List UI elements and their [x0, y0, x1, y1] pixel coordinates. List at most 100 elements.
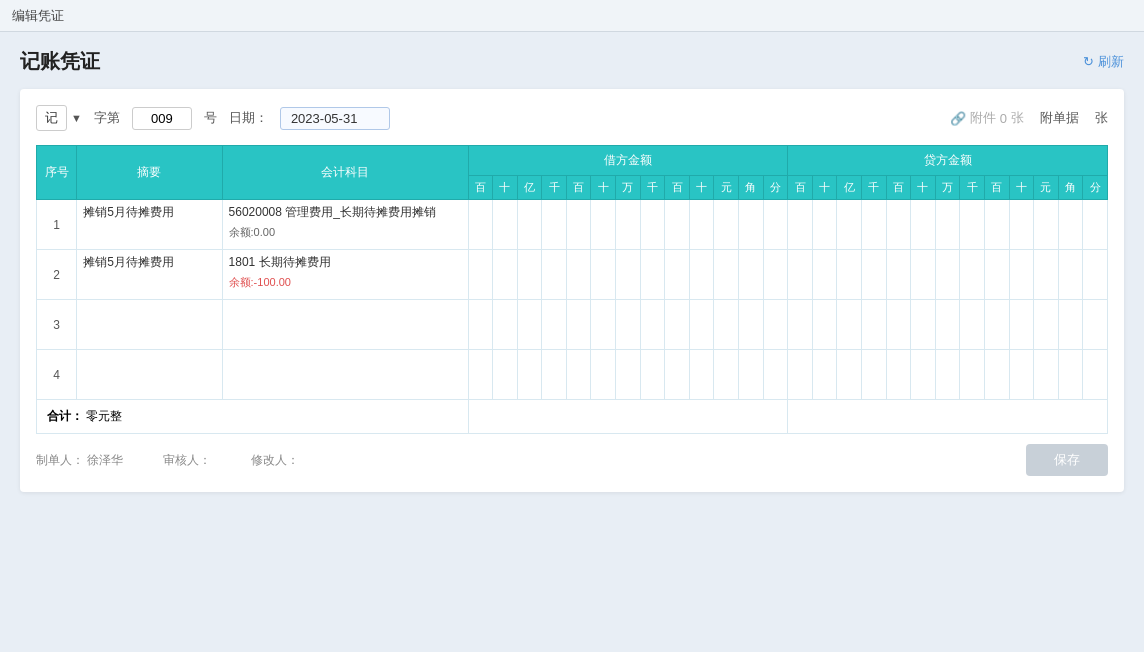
debit-digit-cell[interactable] [591, 200, 616, 250]
refresh-button[interactable]: ↻ 刷新 [1083, 53, 1124, 71]
credit-digit-cell[interactable] [960, 350, 985, 400]
credit-digit-cell[interactable] [862, 250, 887, 300]
voucher-type-button[interactable]: 记 [36, 105, 67, 131]
credit-digit-cell[interactable] [935, 200, 960, 250]
debit-digit-cell[interactable] [739, 300, 764, 350]
voucher-number-input[interactable] [132, 107, 192, 130]
debit-digit-cell[interactable] [493, 200, 518, 250]
account-cell[interactable] [222, 350, 468, 400]
credit-digit-cell[interactable] [911, 200, 936, 250]
debit-digit-cell[interactable] [542, 250, 567, 300]
credit-digit-cell[interactable] [1083, 250, 1108, 300]
credit-digit-cell[interactable] [1034, 250, 1059, 300]
credit-digit-cell[interactable] [984, 250, 1009, 300]
debit-digit-cell[interactable] [566, 300, 591, 350]
debit-digit-cell[interactable] [591, 350, 616, 400]
credit-digit-cell[interactable] [837, 200, 862, 250]
attach-single-label[interactable]: 附单据 [1040, 109, 1079, 127]
debit-digit-cell[interactable] [640, 300, 665, 350]
credit-digit-cell[interactable] [1058, 300, 1083, 350]
summary-cell[interactable]: 摊销5月待摊费用 [77, 200, 222, 250]
account-cell[interactable] [222, 300, 468, 350]
credit-digit-cell[interactable] [935, 250, 960, 300]
debit-digit-cell[interactable] [665, 200, 690, 250]
dropdown-icon[interactable]: ▼ [71, 112, 82, 124]
debit-digit-cell[interactable] [493, 250, 518, 300]
credit-digit-cell[interactable] [911, 300, 936, 350]
debit-digit-cell[interactable] [566, 200, 591, 250]
debit-digit-cell[interactable] [640, 250, 665, 300]
credit-digit-cell[interactable] [837, 350, 862, 400]
credit-digit-cell[interactable] [1083, 300, 1108, 350]
debit-digit-cell[interactable] [566, 250, 591, 300]
credit-digit-cell[interactable] [862, 350, 887, 400]
credit-digit-cell[interactable] [837, 250, 862, 300]
account-cell[interactable]: 56020008 管理费用_长期待摊费用摊销余额:0.00 [222, 200, 468, 250]
credit-digit-cell[interactable] [911, 350, 936, 400]
credit-digit-cell[interactable] [1034, 300, 1059, 350]
debit-digit-cell[interactable] [468, 300, 493, 350]
credit-digit-cell[interactable] [886, 250, 911, 300]
debit-digit-cell[interactable] [640, 200, 665, 250]
debit-digit-cell[interactable] [739, 250, 764, 300]
summary-cell[interactable] [77, 350, 222, 400]
debit-digit-cell[interactable] [689, 250, 714, 300]
debit-digit-cell[interactable] [468, 250, 493, 300]
debit-digit-cell[interactable] [714, 200, 739, 250]
debit-digit-cell[interactable] [763, 200, 788, 250]
credit-digit-cell[interactable] [935, 350, 960, 400]
debit-digit-cell[interactable] [665, 250, 690, 300]
credit-digit-cell[interactable] [960, 250, 985, 300]
credit-digit-cell[interactable] [1009, 350, 1034, 400]
credit-digit-cell[interactable] [1083, 350, 1108, 400]
debit-digit-cell[interactable] [566, 350, 591, 400]
summary-cell[interactable] [77, 300, 222, 350]
credit-digit-cell[interactable] [960, 200, 985, 250]
credit-digit-cell[interactable] [1058, 350, 1083, 400]
credit-digit-cell[interactable] [862, 200, 887, 250]
debit-digit-cell[interactable] [493, 350, 518, 400]
debit-digit-cell[interactable] [665, 350, 690, 400]
debit-digit-cell[interactable] [468, 200, 493, 250]
credit-digit-cell[interactable] [862, 300, 887, 350]
debit-digit-cell[interactable] [689, 350, 714, 400]
debit-digit-cell[interactable] [640, 350, 665, 400]
debit-digit-cell[interactable] [689, 300, 714, 350]
credit-digit-cell[interactable] [984, 200, 1009, 250]
date-input[interactable] [280, 107, 390, 130]
debit-digit-cell[interactable] [591, 250, 616, 300]
debit-digit-cell[interactable] [739, 350, 764, 400]
credit-digit-cell[interactable] [911, 250, 936, 300]
debit-digit-cell[interactable] [517, 350, 542, 400]
debit-digit-cell[interactable] [616, 300, 641, 350]
credit-digit-cell[interactable] [812, 200, 837, 250]
credit-digit-cell[interactable] [886, 200, 911, 250]
credit-digit-cell[interactable] [1058, 250, 1083, 300]
credit-digit-cell[interactable] [1058, 200, 1083, 250]
credit-digit-cell[interactable] [812, 250, 837, 300]
credit-digit-cell[interactable] [886, 300, 911, 350]
debit-digit-cell[interactable] [763, 300, 788, 350]
debit-digit-cell[interactable] [517, 200, 542, 250]
debit-digit-cell[interactable] [616, 350, 641, 400]
credit-digit-cell[interactable] [1009, 200, 1034, 250]
credit-digit-cell[interactable] [788, 300, 813, 350]
credit-digit-cell[interactable] [788, 200, 813, 250]
debit-digit-cell[interactable] [763, 350, 788, 400]
debit-digit-cell[interactable] [517, 300, 542, 350]
debit-digit-cell[interactable] [616, 250, 641, 300]
debit-digit-cell[interactable] [468, 350, 493, 400]
debit-digit-cell[interactable] [714, 350, 739, 400]
credit-digit-cell[interactable] [1009, 300, 1034, 350]
attach-link[interactable]: 🔗 附件 0 张 [950, 109, 1024, 127]
credit-digit-cell[interactable] [1083, 200, 1108, 250]
debit-digit-cell[interactable] [542, 300, 567, 350]
debit-digit-cell[interactable] [493, 300, 518, 350]
credit-digit-cell[interactable] [960, 300, 985, 350]
debit-digit-cell[interactable] [616, 200, 641, 250]
credit-digit-cell[interactable] [812, 300, 837, 350]
debit-digit-cell[interactable] [591, 300, 616, 350]
debit-digit-cell[interactable] [714, 300, 739, 350]
summary-cell[interactable]: 摊销5月待摊费用 [77, 250, 222, 300]
credit-digit-cell[interactable] [935, 300, 960, 350]
